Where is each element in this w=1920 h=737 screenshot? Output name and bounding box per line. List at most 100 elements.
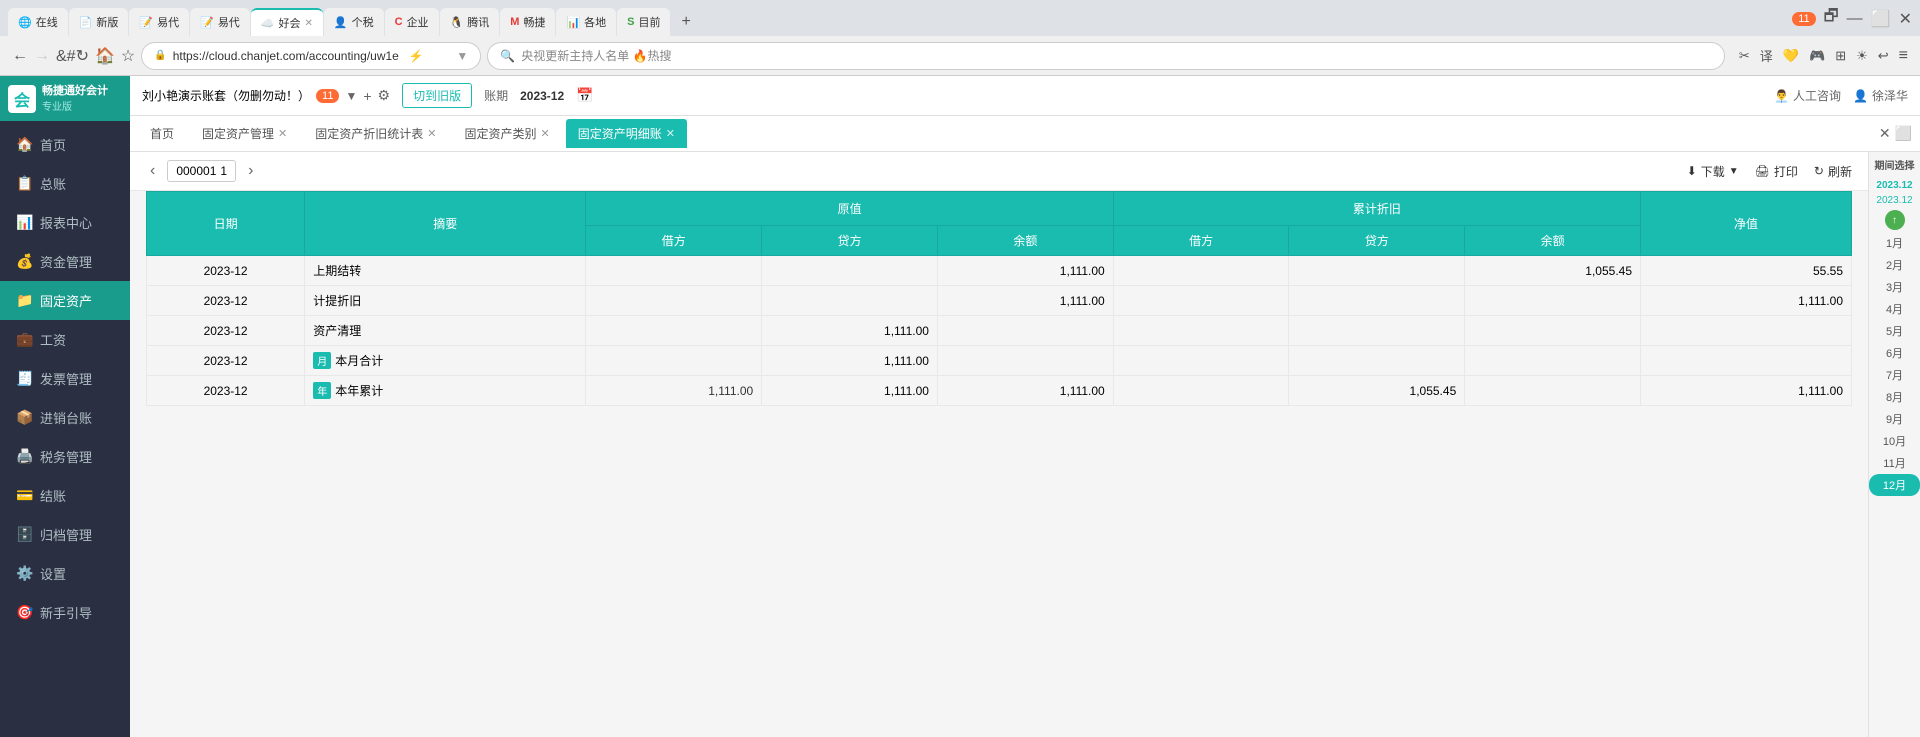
version-switch-button[interactable]: 切到旧版 <box>402 83 472 108</box>
browser-tab-geshui[interactable]: 👤个税 <box>324 8 384 36</box>
browser-tab-yidai2[interactable]: 📝易代 <box>190 8 250 36</box>
bookmark-button[interactable]: ☆ <box>121 46 135 66</box>
close-panel-button[interactable]: ✕ <box>1879 125 1891 142</box>
company-info: 刘小艳演示账套（勿删勿动！） 11 ▼ + ⚙ <box>142 87 390 104</box>
print-button[interactable]: 🖨 打印 <box>1755 163 1798 180</box>
browser-tab-online[interactable]: 🌐在线 <box>8 8 68 36</box>
menu-button[interactable]: ≡ <box>1899 47 1908 65</box>
tab-close-mgmt[interactable]: ✕ <box>278 127 287 140</box>
header-accumulated-dep: 累计折旧 <box>1113 192 1640 226</box>
sidebar-item-settings[interactable]: ⚙️ 设置 <box>0 554 130 593</box>
service-icon: 👨‍💼 <box>1774 89 1789 103</box>
page-num: 000001 <box>176 164 216 178</box>
sidebar-item-payroll[interactable]: 💼 工资 <box>0 320 130 359</box>
customer-service-link[interactable]: 👨‍💼 人工咨询 <box>1774 87 1841 104</box>
period-month-4[interactable]: 4月 <box>1869 298 1920 320</box>
calendar-icon[interactable]: 📅 <box>576 87 593 104</box>
period-month-10[interactable]: 10月 <box>1869 430 1920 452</box>
sidebar-item-funds[interactable]: 💰 资金管理 <box>0 242 130 281</box>
tab-fixed-assets-category[interactable]: 固定资产类别 ✕ <box>452 119 561 148</box>
url-bar[interactable]: 🔒 https://cloud.chanjet.com/accounting/u… <box>141 42 481 70</box>
prev-page-button[interactable]: ‹ <box>146 160 159 182</box>
search-bar[interactable]: 🔍 央视更新主持人名单 🔥热搜 <box>487 42 1725 70</box>
scissors-button[interactable]: ✂ <box>1739 48 1750 64</box>
new-tab-button[interactable]: + <box>671 8 700 36</box>
user-account[interactable]: 👤 徐泽华 <box>1853 87 1908 104</box>
subheader-orig-debit: 借方 <box>586 226 762 256</box>
sidebar-item-close-accounts[interactable]: 💳 结账 <box>0 476 130 515</box>
period-month-12[interactable]: 12月 <box>1869 474 1920 496</box>
period-month-1[interactable]: 1月 <box>1869 232 1920 254</box>
period-month-2[interactable]: 2月 <box>1869 254 1920 276</box>
sidebar-item-fixed-assets[interactable]: 📁 固定资产 <box>0 281 130 320</box>
game-button[interactable]: 🎮 <box>1809 48 1825 64</box>
browser-tab-new[interactable]: 📄新版 <box>69 8 129 36</box>
next-page-button[interactable]: › <box>244 160 257 182</box>
period-month-7[interactable]: 7月 <box>1869 364 1920 386</box>
settings-account-icon[interactable]: ⚙ <box>378 87 391 104</box>
maximize-panel-button[interactable]: ⬜ <box>1895 125 1912 142</box>
window-minimize-button[interactable]: — <box>1847 10 1863 28</box>
browser-tab-changjie[interactable]: M畅捷 <box>500 8 555 36</box>
browser-tab-gedi[interactable]: 📊各地 <box>556 8 616 36</box>
table-row: 2023-12 计提折旧 1,111.00 1,111.00 <box>147 286 1852 316</box>
tab-close-detail[interactable]: ✕ <box>666 127 675 140</box>
period-month-5[interactable]: 5月 <box>1869 320 1920 342</box>
sidebar-label-close-accounts: 结账 <box>40 486 66 505</box>
download-dropdown-icon[interactable]: ▼ <box>1729 166 1739 177</box>
period-month-9[interactable]: 9月 <box>1869 408 1920 430</box>
period-month-3[interactable]: 3月 <box>1869 276 1920 298</box>
period-year-selected[interactable]: 2023.12 <box>1874 178 1914 193</box>
tab-window-controls: ✕ ⬜ <box>1879 125 1912 142</box>
sidebar-item-tax[interactable]: 🖨️ 税务管理 <box>0 437 130 476</box>
period-month-8[interactable]: 8月 <box>1869 386 1920 408</box>
tab-depreciation-table[interactable]: 固定资产折旧统计表 ✕ <box>303 119 448 148</box>
tab-home[interactable]: 首页 <box>138 119 186 148</box>
theme-button[interactable]: ☀ <box>1856 48 1868 64</box>
period-month-11[interactable]: 11月 <box>1869 452 1920 474</box>
tab-restore-button[interactable]: 🗗 <box>1824 5 1839 32</box>
user-icon: 👤 <box>1853 89 1868 103</box>
sidebar-label-guide: 新手引导 <box>40 603 92 622</box>
period-year-highlight[interactable]: 2023.12 <box>1874 193 1914 208</box>
table-row: 2023-12 年本年累计 1,111.00 1,111.00 1,111.00… <box>147 376 1852 406</box>
download-button[interactable]: ⬇ 下载 ▼ <box>1687 163 1739 180</box>
refresh-page-button[interactable]: &#↻ <box>56 46 89 66</box>
translate-button[interactable]: 译 <box>1760 46 1773 65</box>
sidebar-item-ledger[interactable]: 📋 总账 <box>0 164 130 203</box>
grid-button[interactable]: ⊞ <box>1835 48 1846 64</box>
browser-tab-muqian[interactable]: S目前 <box>617 8 670 36</box>
tab-close-dep[interactable]: ✕ <box>427 127 436 140</box>
tab-close-cat[interactable]: ✕ <box>541 127 550 140</box>
refresh-button[interactable]: ↻ 刷新 <box>1814 163 1852 180</box>
browser-tab-haokuai[interactable]: ☁️好会✕ <box>251 8 323 36</box>
subheader-accum-debit: 借方 <box>1113 226 1289 256</box>
sidebar-item-guide[interactable]: 🎯 新手引导 <box>0 593 130 632</box>
wallet-button[interactable]: 💛 <box>1783 48 1799 64</box>
back-button[interactable]: ← <box>12 47 28 65</box>
add-account-icon[interactable]: + <box>363 88 371 104</box>
company-dropdown-icon[interactable]: ▼ <box>345 89 357 103</box>
close-accounts-icon: 💳 <box>16 487 32 504</box>
tab-close-icon[interactable]: ✕ <box>305 18 313 29</box>
history-button[interactable]: ↩ <box>1878 48 1889 64</box>
browser-tab-tengxun[interactable]: 🐧腾讯 <box>440 8 500 36</box>
period-month-6[interactable]: 6月 <box>1869 342 1920 364</box>
tab-fixed-assets-mgmt[interactable]: 固定资产管理 ✕ <box>190 119 299 148</box>
period-up-icon[interactable]: ↑ <box>1885 210 1905 230</box>
url-dropdown-icon[interactable]: ▼ <box>456 49 468 63</box>
sidebar-item-home[interactable]: 🏠 首页 <box>0 125 130 164</box>
home-button[interactable]: 🏠 <box>95 46 115 66</box>
sidebar-item-archive[interactable]: 🗄️ 归档管理 <box>0 515 130 554</box>
tab-fixed-assets-detail[interactable]: 固定资产明细账 ✕ <box>566 119 687 148</box>
sidebar-item-inventory[interactable]: 📦 进销台账 <box>0 398 130 437</box>
sidebar-item-invoice[interactable]: 🧾 发票管理 <box>0 359 130 398</box>
browser-tab-yidai1[interactable]: 📝易代 <box>129 8 189 36</box>
sidebar-item-reports[interactable]: 📊 报表中心 <box>0 203 130 242</box>
forward-button[interactable]: → <box>34 47 50 65</box>
browser-tab-qiye[interactable]: C企业 <box>385 8 439 36</box>
window-close-button[interactable]: ✕ <box>1899 9 1912 29</box>
fixed-assets-icon: 📁 <box>16 292 32 309</box>
window-maximize-button[interactable]: ⬜ <box>1871 9 1891 29</box>
content-area: ‹ 000001 1 › ⬇ 下载 ▼ 🖨 打 <box>130 152 1920 737</box>
